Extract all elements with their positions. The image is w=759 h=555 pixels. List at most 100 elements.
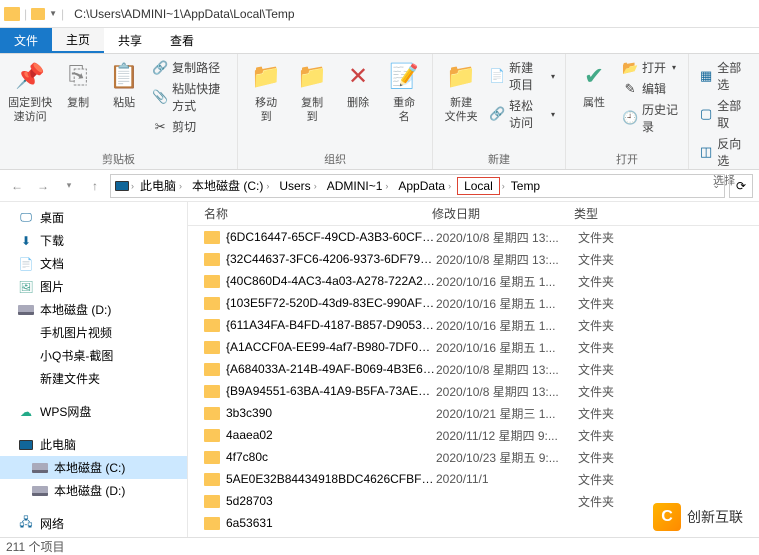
file-type: 文件夹 (578, 317, 614, 334)
file-type: 文件夹 (578, 339, 614, 356)
file-date: 2020/10/16 星期五 1... (436, 339, 578, 356)
file-row[interactable]: {A684033A-214B-49AF-B069-4B3E6C...2020/1… (188, 358, 759, 380)
chevron-down-icon: ▾ (672, 63, 676, 72)
rename-icon: 📝 (388, 60, 420, 92)
file-name: 6a53631 (226, 516, 436, 530)
crumb-drive[interactable]: 本地磁盘 (C:)› (188, 177, 273, 194)
folder-icon (204, 385, 220, 398)
sidebar-item-qbook[interactable]: 小Q书桌-截图 (0, 344, 187, 367)
invert-selection-button[interactable]: ◫反向选 (697, 134, 751, 170)
crumb-local[interactable]: Local (457, 177, 500, 195)
tab-home[interactable]: 主页 (52, 28, 104, 53)
drive-icon (32, 483, 48, 499)
open-button[interactable]: 📂打开▾ (620, 58, 680, 77)
file-type: 文件夹 (578, 427, 614, 444)
crumb-temp[interactable]: Temp (507, 179, 544, 193)
crumb-admin[interactable]: ADMINI~1› (323, 179, 393, 193)
watermark-text: 创新互联 (687, 507, 743, 527)
pin-button[interactable]: 📌固定到快 速访问 (8, 58, 52, 127)
file-row[interactable]: {6DC16447-65CF-49CD-A3B3-60CF59...2020/1… (188, 226, 759, 248)
file-row[interactable]: {611A34FA-B4FD-4187-B857-D90538...2020/1… (188, 314, 759, 336)
new-folder-button[interactable]: 📁新建 文件夹 (441, 58, 481, 127)
select-all-button[interactable]: ▦全部选 (697, 58, 751, 94)
moveto-button[interactable]: 📁移动到 (246, 58, 286, 127)
file-row[interactable]: {40C860D4-4AC3-4a03-A278-722A2C...2020/1… (188, 270, 759, 292)
qat-separator: | (24, 7, 27, 21)
path-icon: 🔗 (152, 60, 168, 76)
breadcrumb[interactable]: › 此电脑› 本地磁盘 (C:)› Users› ADMINI~1› AppDa… (110, 174, 725, 198)
sidebar-item-phonepics[interactable]: 手机图片视频 (0, 321, 187, 344)
file-row[interactable]: 4aaea022020/11/12 星期四 9:...文件夹 (188, 424, 759, 446)
sidebar-item-drive-d[interactable]: 本地磁盘 (D:) (0, 298, 187, 321)
delete-button[interactable]: ✕删除 (338, 58, 378, 112)
cut-button[interactable]: ✂剪切 (150, 117, 229, 136)
file-type: 文件夹 (578, 273, 614, 290)
file-list[interactable]: {6DC16447-65CF-49CD-A3B3-60CF59...2020/1… (188, 226, 759, 537)
crumb-appdata[interactable]: AppData› (394, 179, 455, 193)
file-name: 3b3c390 (226, 406, 436, 420)
sidebar-item-newfolder[interactable]: 新建文件夹 (0, 367, 187, 390)
crumb-users[interactable]: Users› (275, 179, 320, 193)
item-count: 211 个项目 (6, 538, 64, 555)
select-none-button[interactable]: ▢全部取 (697, 96, 751, 132)
file-row[interactable]: {32C44637-3FC6-4206-9373-6DF7971...2020/… (188, 248, 759, 270)
refresh-button[interactable]: ⟳ (729, 174, 753, 198)
sidebar-item-thispc[interactable]: 此电脑 (0, 433, 187, 456)
chevron-down-icon[interactable]: ⌄ (712, 180, 720, 191)
select-all-icon: ▦ (699, 68, 713, 84)
copy-button[interactable]: ⎘复制 (58, 58, 98, 112)
tab-view[interactable]: 查看 (156, 28, 208, 53)
recent-button[interactable]: ▾ (58, 175, 80, 197)
folder-icon (204, 341, 220, 354)
header-name[interactable]: 名称 (204, 205, 432, 222)
tab-file[interactable]: 文件 (0, 28, 52, 53)
file-name: {611A34FA-B4FD-4187-B857-D90538... (226, 318, 436, 332)
navbar: ← → ▾ ↑ › 此电脑› 本地磁盘 (C:)› Users› ADMINI~… (0, 170, 759, 202)
file-row[interactable]: {A1ACCF0A-EE99-4af7-B980-7DF0F50...2020/… (188, 336, 759, 358)
sidebar-item-wps[interactable]: ☁WPS网盘 (0, 400, 187, 423)
group-label: 打开 (574, 149, 680, 167)
file-row[interactable]: {103E5F72-520D-43d9-83EC-990AFB0...2020/… (188, 292, 759, 314)
copyto-button[interactable]: 📁复制到 (292, 58, 332, 127)
sidebar-item-downloads[interactable]: ⬇下载 (0, 229, 187, 252)
file-row[interactable]: 5AE0E32B84434918BDC4626CFBF94A...2020/11… (188, 468, 759, 490)
history-button[interactable]: 🕘历史记录 (620, 100, 680, 136)
edit-button[interactable]: ✎编辑 (620, 79, 680, 98)
up-button[interactable]: ↑ (84, 175, 106, 197)
delete-icon: ✕ (342, 60, 374, 92)
chevron-down-icon[interactable]: ▼ (49, 9, 57, 18)
file-type: 文件夹 (578, 295, 614, 312)
rename-button[interactable]: 📝重命名 (384, 58, 424, 127)
tab-bar: 文件 主页 共享 查看 (0, 28, 759, 54)
properties-button[interactable]: ✔属性 (574, 58, 614, 112)
crumb-thispc[interactable]: 此电脑› (136, 177, 186, 194)
tab-share[interactable]: 共享 (104, 28, 156, 53)
copy-path-button[interactable]: 🔗复制路径 (150, 58, 229, 77)
sidebar-item-drive-c[interactable]: 本地磁盘 (C:) (0, 456, 187, 479)
file-type: 文件夹 (578, 361, 614, 378)
header-type[interactable]: 类型 (574, 205, 759, 222)
file-name: 5AE0E32B84434918BDC4626CFBF94A... (226, 472, 436, 486)
watermark-logo-icon: C (653, 503, 681, 531)
forward-button[interactable]: → (32, 175, 54, 197)
sidebar-item-pictures[interactable]: 🖼图片 (0, 275, 187, 298)
file-name: 5d28703 (226, 494, 436, 508)
paste-button[interactable]: 📋粘贴 (104, 58, 144, 112)
paste-icon: 📋 (108, 60, 140, 92)
file-row[interactable]: 3b3c3902020/10/21 星期三 1...文件夹 (188, 402, 759, 424)
file-row[interactable]: 4f7c80c2020/10/23 星期五 9:...文件夹 (188, 446, 759, 468)
file-type: 文件夹 (578, 471, 614, 488)
folder-icon (204, 495, 220, 508)
back-button[interactable]: ← (6, 175, 28, 197)
easy-access-button[interactable]: 🔗轻松访问▾ (487, 96, 557, 132)
file-date: 2020/10/8 星期四 13:... (436, 229, 578, 246)
header-date[interactable]: 修改日期 (432, 205, 574, 222)
paste-shortcut-button[interactable]: 📎粘贴快捷方式 (150, 79, 229, 115)
sidebar-item-documents[interactable]: 📄文档 (0, 252, 187, 275)
file-name: {40C860D4-4AC3-4a03-A278-722A2C... (226, 274, 436, 288)
file-row[interactable]: {B9A94551-63BA-41A9-B5FA-73AE7F...2020/1… (188, 380, 759, 402)
sidebar-item-drive-d2[interactable]: 本地磁盘 (D:) (0, 479, 187, 502)
sidebar-item-desktop[interactable]: 🖵桌面 (0, 206, 187, 229)
new-item-button[interactable]: 📄新建项目▾ (487, 58, 557, 94)
sidebar-item-network[interactable]: 🖧网络 (0, 512, 187, 535)
